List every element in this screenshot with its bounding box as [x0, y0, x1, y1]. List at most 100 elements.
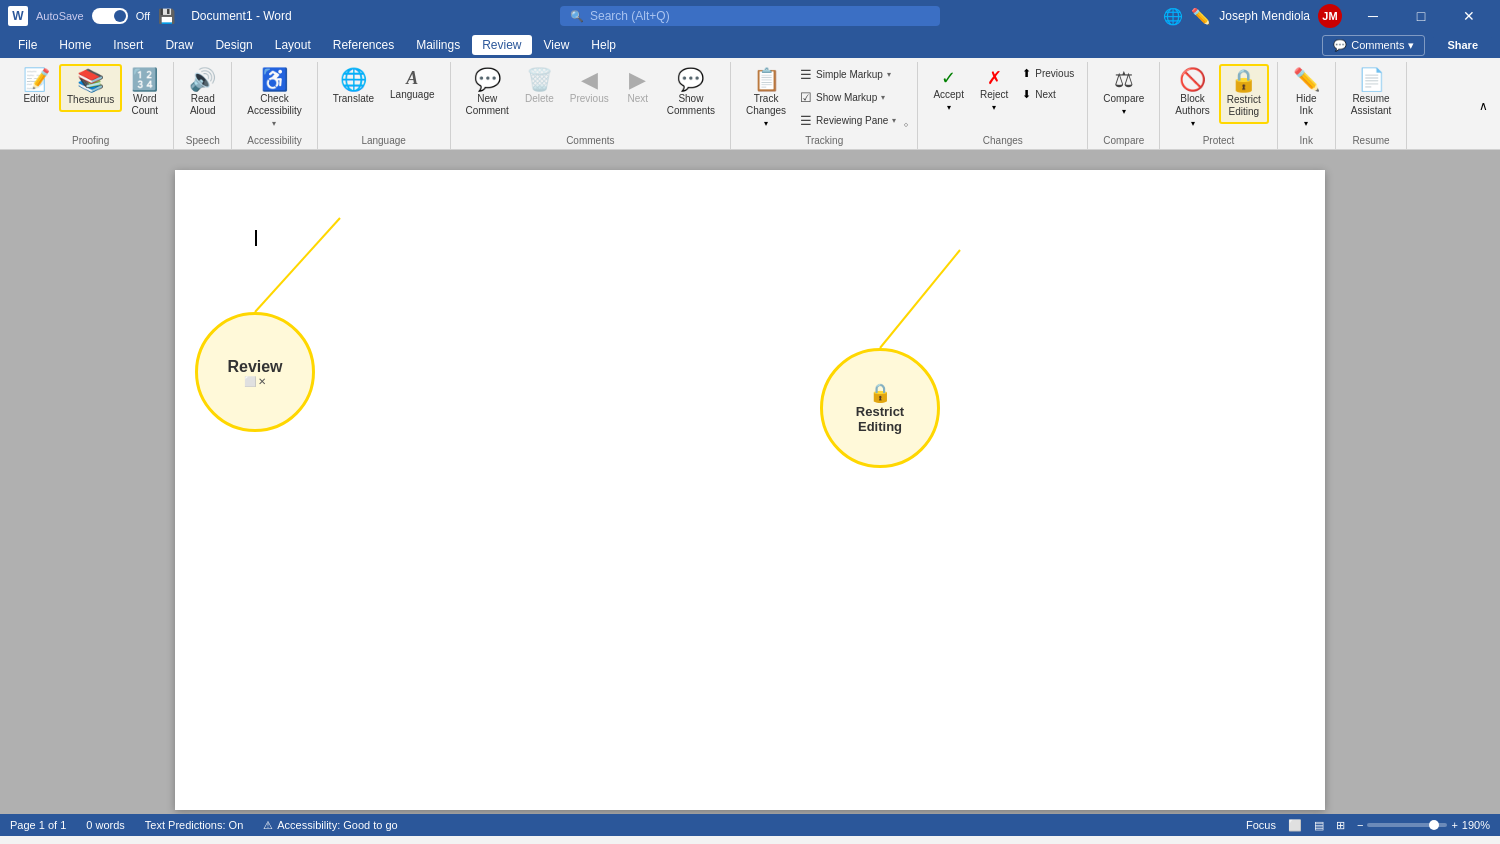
title-bar-left: W AutoSave Off 💾 Document1 - Word [8, 6, 292, 26]
window-controls: ─ □ ✕ [1350, 0, 1492, 32]
zoom-level: 190% [1462, 819, 1490, 831]
language-button[interactable]: A Language [383, 64, 442, 106]
block-authors-label: BlockAuthors [1175, 93, 1209, 117]
reject-icon: ✗ [987, 69, 1002, 87]
ink-items: ✏️ HideInk ▾ [1286, 64, 1327, 133]
menu-review[interactable]: Review [472, 35, 531, 55]
page-info: Page 1 of 1 [10, 819, 66, 831]
reject-button[interactable]: ✗ Reject ▾ [973, 64, 1015, 117]
comments-button[interactable]: 💬 Comments ▾ [1322, 35, 1425, 56]
zoom-slider[interactable] [1367, 823, 1447, 827]
user-avatar[interactable]: JM [1318, 4, 1342, 28]
simple-markup-label: Simple Markup [816, 69, 883, 80]
menu-mailings[interactable]: Mailings [406, 35, 470, 55]
thesaurus-icon: 📚 [77, 70, 104, 92]
ribbon-group-changes: ✓ Accept ▾ ✗ Reject ▾ ⬆ Previous ⬇ [918, 62, 1088, 149]
status-bar-right: Focus ⬜ ▤ ⊞ − + 190% [1246, 819, 1490, 832]
search-bar[interactable]: 🔍 [560, 6, 940, 26]
word-logo: W [8, 6, 28, 26]
simple-markup-button[interactable]: ☰ Simple Markup ▾ [795, 64, 901, 85]
resume-assistant-button[interactable]: 📄 ResumeAssistant [1344, 64, 1399, 122]
reviewing-pane-caret: ▾ [892, 116, 896, 125]
language-label-group: Language [326, 135, 442, 149]
comments-icon: 💬 [1333, 39, 1347, 52]
view-normal-icon[interactable]: ⬜ [1288, 819, 1302, 832]
menu-insert[interactable]: Insert [103, 35, 153, 55]
resume-items: 📄 ResumeAssistant [1344, 64, 1399, 133]
word-count-label: WordCount [131, 93, 158, 117]
next-icon: ▶ [629, 69, 646, 91]
ribbon-collapse-icon[interactable]: ∧ [1479, 99, 1488, 113]
reject-caret: ▾ [992, 103, 996, 112]
compare-label-group: Compare [1096, 135, 1151, 149]
check-accessibility-button[interactable]: ♿ CheckAccessibility ▾ [240, 64, 308, 133]
zoom-minus-icon[interactable]: − [1357, 819, 1363, 831]
tracking-expand-icon[interactable]: ⬦ [903, 118, 909, 133]
ribbon-group-protect: 🚫 BlockAuthors ▾ 🔒 RestrictEditing Prote… [1160, 62, 1277, 149]
hide-ink-caret: ▾ [1304, 119, 1308, 128]
menu-references[interactable]: References [323, 35, 404, 55]
view-layout-icon[interactable]: ▤ [1314, 819, 1324, 832]
accessibility-check-icon: ⚠ [263, 819, 273, 832]
resume-assistant-label: ResumeAssistant [1351, 93, 1392, 117]
comments-group-label: Comments [459, 135, 723, 149]
menu-help[interactable]: Help [581, 35, 626, 55]
menu-layout[interactable]: Layout [265, 35, 321, 55]
changes-nav: ⬆ Previous ⬇ Next [1017, 64, 1079, 104]
ribbon-group-proofing: 📝 Editor 📚 Thesaurus 🔢 WordCount Proofin… [8, 62, 174, 149]
previous-button[interactable]: ◀ Previous [563, 64, 616, 110]
autosave-label: AutoSave [36, 10, 84, 22]
new-comment-button[interactable]: 💬 NewComment [459, 64, 516, 122]
hide-ink-button[interactable]: ✏️ HideInk ▾ [1286, 64, 1327, 133]
check-accessibility-label: CheckAccessibility [247, 93, 301, 117]
minimize-button[interactable]: ─ [1350, 0, 1396, 32]
read-aloud-icon: 🔊 [189, 69, 216, 91]
show-markup-button[interactable]: ☑ Show Markup ▾ [795, 87, 901, 108]
thesaurus-button[interactable]: 📚 Thesaurus [59, 64, 122, 112]
delete-label: Delete [525, 93, 554, 105]
document-page[interactable] [175, 170, 1325, 810]
editor-button[interactable]: 📝 Editor [16, 64, 57, 110]
autosave-toggle[interactable] [92, 8, 128, 24]
focus-button[interactable]: Focus [1246, 819, 1276, 831]
ribbon-group-accessibility: ♿ CheckAccessibility ▾ Accessibility [232, 62, 317, 149]
ribbon-group-ink: ✏️ HideInk ▾ Ink [1278, 62, 1336, 149]
accept-caret: ▾ [947, 103, 951, 112]
restore-button[interactable]: □ [1398, 0, 1444, 32]
translate-button[interactable]: 🌐 Translate [326, 64, 381, 110]
reviewing-pane-button[interactable]: ☰ Reviewing Pane ▾ [795, 110, 901, 131]
title-bar: W AutoSave Off 💾 Document1 - Word 🔍 🌐 ✏️… [0, 0, 1500, 32]
view-web-icon[interactable]: ⊞ [1336, 819, 1345, 832]
menu-design[interactable]: Design [205, 35, 262, 55]
changes-next-button[interactable]: ⬇ Next [1017, 85, 1079, 104]
delete-button[interactable]: 🗑️ Delete [518, 64, 561, 110]
next-button[interactable]: ▶ Next [618, 64, 658, 110]
menu-draw[interactable]: Draw [155, 35, 203, 55]
editor-label: Editor [23, 93, 49, 105]
ribbon-group-language: 🌐 Translate A Language Language [318, 62, 451, 149]
word-count-button[interactable]: 🔢 WordCount [124, 64, 165, 122]
share-button[interactable]: Share [1433, 35, 1492, 55]
accept-button[interactable]: ✓ Accept ▾ [926, 64, 971, 117]
menu-file[interactable]: File [8, 35, 47, 55]
show-comments-button[interactable]: 💬 ShowComments [660, 64, 722, 122]
close-button[interactable]: ✕ [1446, 0, 1492, 32]
proofing-label: Proofing [16, 135, 165, 149]
menu-bar: File Home Insert Draw Design Layout Refe… [0, 32, 1500, 58]
search-input[interactable] [590, 9, 930, 23]
tracking-items: 📋 TrackChanges ▾ ☰ Simple Markup ▾ ☑ Sho… [739, 64, 909, 133]
restrict-editing-button[interactable]: 🔒 RestrictEditing [1219, 64, 1269, 124]
changes-previous-button[interactable]: ⬆ Previous [1017, 64, 1079, 83]
language-label: Language [390, 89, 435, 101]
menu-home[interactable]: Home [49, 35, 101, 55]
read-aloud-button[interactable]: 🔊 ReadAloud [182, 64, 223, 122]
block-authors-button[interactable]: 🚫 BlockAuthors ▾ [1168, 64, 1216, 133]
ribbon-group-comments: 💬 NewComment 🗑️ Delete ◀ Previous ▶ Next… [451, 62, 732, 149]
menu-view[interactable]: View [534, 35, 580, 55]
save-icon[interactable]: 💾 [158, 8, 175, 24]
new-comment-label: NewComment [466, 93, 509, 117]
title-bar-right: 🌐 ✏️ Joseph Mendiola JM ─ □ ✕ [1163, 0, 1492, 32]
zoom-plus-icon[interactable]: + [1451, 819, 1457, 831]
compare-button[interactable]: ⚖ Compare ▾ [1096, 64, 1151, 121]
track-changes-button[interactable]: 📋 TrackChanges ▾ [739, 64, 793, 133]
